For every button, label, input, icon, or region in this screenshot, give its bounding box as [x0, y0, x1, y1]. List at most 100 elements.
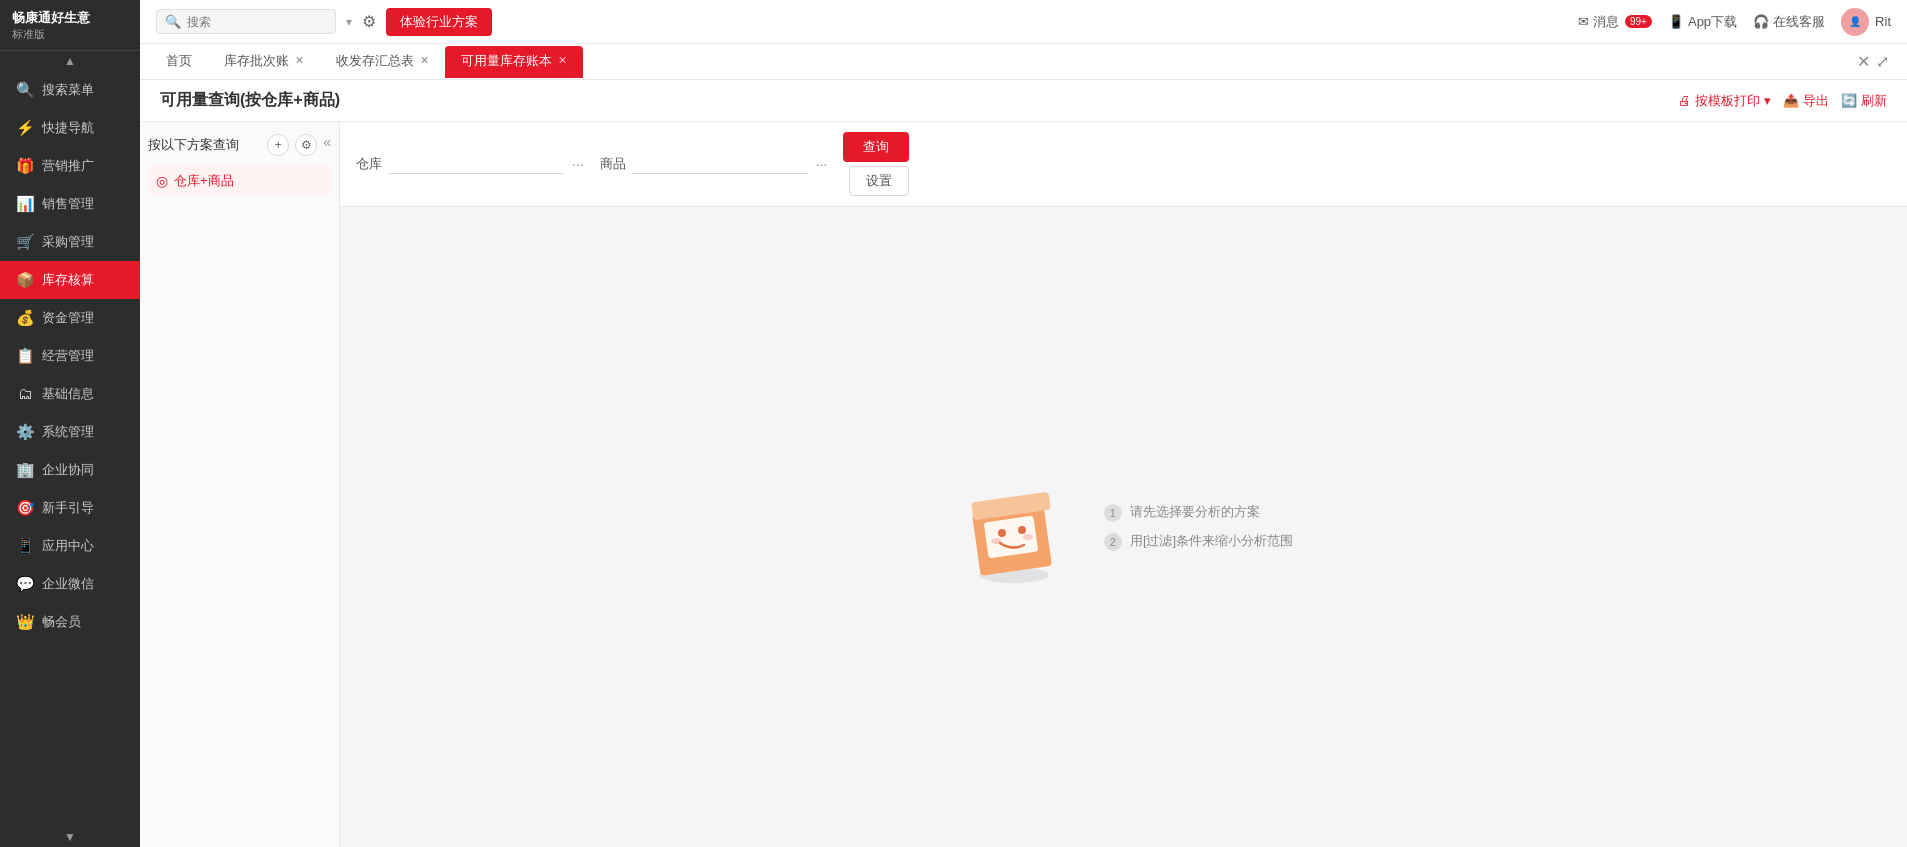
goods-input[interactable] [632, 154, 808, 174]
empty-hints: 1 请先选择要分析的方案 2 用[过滤]条件来缩小分析范围 [1104, 503, 1293, 551]
print-icon: 🖨 [1678, 93, 1691, 108]
goods-more-icon[interactable]: ··· [816, 156, 828, 172]
sidebar-item-inventory[interactable]: 📦 库存核算 [0, 261, 140, 299]
add-scheme-button[interactable]: + [267, 134, 289, 156]
query-button[interactable]: 查询 [843, 132, 909, 162]
tab-close-icon[interactable]: ✕ [420, 54, 429, 67]
topbar-search-box[interactable]: 🔍 [156, 9, 336, 34]
empty-illustration [954, 467, 1074, 587]
query-area: 仓库 ··· 商品 ··· 查询 设置 [340, 122, 1907, 847]
sidebar-item-appstore[interactable]: 📱 应用中心 [0, 527, 140, 565]
minimize-window-icon[interactable]: ✕ [1857, 52, 1870, 71]
filter-panel-title: 按以下方案查询 [148, 136, 239, 154]
sidebar-item-vip[interactable]: 👑 畅会员 [0, 603, 140, 641]
sidebar-item-label: 企业微信 [42, 575, 94, 593]
tab-label: 首页 [166, 52, 192, 70]
sidebar-scroll-down[interactable]: ▼ [0, 827, 140, 847]
app-edition: 标准版 [12, 27, 128, 42]
sidebar-item-enterprise[interactable]: 🏢 企业协同 [0, 451, 140, 489]
page-title: 可用量查询(按仓库+商品) [160, 90, 340, 111]
user-menu[interactable]: 👤 Rit [1841, 8, 1891, 36]
user-name: Rit [1875, 14, 1891, 29]
online-service-icon: 🎧 [1753, 14, 1769, 29]
export-action[interactable]: 📤 导出 [1783, 92, 1829, 110]
search-dropdown-icon[interactable]: ▾ [346, 15, 352, 29]
search-input[interactable] [187, 15, 327, 29]
hint-number-2: 2 [1104, 533, 1122, 551]
sidebar-item-newbie[interactable]: 🎯 新手引导 [0, 489, 140, 527]
sidebar-item-finance[interactable]: 💰 资金管理 [0, 299, 140, 337]
scheme-label: 仓库+商品 [174, 172, 234, 190]
filter-panel-header: 按以下方案查询 + ⚙ « [148, 134, 331, 156]
sidebar-item-wechat[interactable]: 💬 企业微信 [0, 565, 140, 603]
empty-box-svg [954, 467, 1074, 587]
enterprise-icon: 🏢 [16, 461, 34, 479]
sidebar-item-shortcut[interactable]: ⚡ 快捷导航 [0, 109, 140, 147]
message-label: 消息 [1593, 13, 1619, 31]
sidebar-item-marketing[interactable]: 🎁 营销推广 [0, 147, 140, 185]
sidebar-item-system[interactable]: ⚙️ 系统管理 [0, 413, 140, 451]
warehouse-more-icon[interactable]: ··· [572, 156, 584, 172]
message-action[interactable]: ✉ 消息 99+ [1578, 13, 1652, 31]
print-action[interactable]: 🖨 按模板打印 ▾ [1678, 92, 1771, 110]
sidebar-item-label: 采购管理 [42, 233, 94, 251]
search-icon: 🔍 [165, 14, 181, 29]
hint-text-1: 请先选择要分析的方案 [1130, 503, 1260, 521]
tabbar: 首页 库存批次账 ✕ 收发存汇总表 ✕ 可用量库存账本 ✕ ✕ ⤢ [140, 44, 1907, 80]
message-icon: ✉ [1578, 14, 1589, 29]
sidebar-item-sales[interactable]: 📊 销售管理 [0, 185, 140, 223]
print-label: 按模板打印 [1695, 92, 1760, 110]
goods-label: 商品 [600, 155, 626, 173]
tab-available-qty[interactable]: 可用量库存账本 ✕ [445, 46, 583, 78]
inventory-icon: 📦 [16, 271, 34, 289]
newbie-icon: 🎯 [16, 499, 34, 517]
column-settings-button[interactable]: 设置 [849, 166, 909, 196]
sidebar-item-label: 经营管理 [42, 347, 94, 365]
tab-close-icon[interactable]: ✕ [558, 54, 567, 67]
sidebar-item-search[interactable]: 🔍 搜索菜单 [0, 71, 140, 109]
sidebar-item-operations[interactable]: 📋 经营管理 [0, 337, 140, 375]
online-service-action[interactable]: 🎧 在线客服 [1753, 13, 1825, 31]
tab-home[interactable]: 首页 [150, 46, 208, 78]
hint-item-1: 1 请先选择要分析的方案 [1104, 503, 1293, 522]
main-area: 🔍 ▾ ⚙ 体验行业方案 ✉ 消息 99+ 📱 App下载 🎧 在线客服 👤 [140, 0, 1907, 847]
trial-button[interactable]: 体验行业方案 [386, 8, 492, 36]
collapse-panel-button[interactable]: « [323, 134, 331, 156]
sidebar-item-label: 应用中心 [42, 537, 94, 555]
refresh-icon: 🔄 [1841, 93, 1857, 108]
sidebar-scroll: 🔍 搜索菜单 ⚡ 快捷导航 🎁 营销推广 📊 销售管理 🛒 采购管理 📦 库存核… [0, 71, 140, 827]
page-header-actions: 🖨 按模板打印 ▾ 📤 导出 🔄 刷新 [1678, 92, 1887, 110]
basic-icon: 🗂 [16, 385, 34, 402]
vip-icon: 👑 [16, 613, 34, 631]
topbar-actions: ✉ 消息 99+ 📱 App下载 🎧 在线客服 👤 Rit [1578, 8, 1891, 36]
query-filters: 仓库 ··· 商品 ··· 查询 设置 [340, 122, 1907, 207]
tab-stock-summary[interactable]: 收发存汇总表 ✕ [320, 46, 445, 78]
svg-point-6 [991, 538, 1001, 544]
scheme-settings-button[interactable]: ⚙ [295, 134, 317, 156]
app-download-action[interactable]: 📱 App下载 [1668, 13, 1737, 31]
refresh-action[interactable]: 🔄 刷新 [1841, 92, 1887, 110]
print-dropdown-icon[interactable]: ▾ [1764, 93, 1771, 108]
system-icon: ⚙️ [16, 423, 34, 441]
hint-item-2: 2 用[过滤]条件来缩小分析范围 [1104, 532, 1293, 551]
sidebar-item-label: 新手引导 [42, 499, 94, 517]
tab-close-icon[interactable]: ✕ [295, 54, 304, 67]
sidebar-item-label: 系统管理 [42, 423, 94, 441]
sidebar-item-purchase[interactable]: 🛒 采购管理 [0, 223, 140, 261]
sidebar-scroll-up[interactable]: ▲ [0, 51, 140, 71]
maximize-window-icon[interactable]: ⤢ [1876, 52, 1889, 71]
svg-point-4 [998, 529, 1006, 537]
warehouse-input[interactable] [388, 154, 564, 174]
tab-label: 收发存汇总表 [336, 52, 414, 70]
page-header: 可用量查询(按仓库+商品) 🖨 按模板打印 ▾ 📤 导出 🔄 刷新 [140, 80, 1907, 122]
goods-filter-field: 商品 ··· [600, 154, 828, 174]
sidebar-item-label: 畅会员 [42, 613, 81, 631]
scheme-item-warehouse-goods[interactable]: ◎ 仓库+商品 [148, 166, 331, 196]
sales-icon: 📊 [16, 195, 34, 213]
settings-gear-icon[interactable]: ⚙ [362, 12, 376, 31]
tab-inventory-batch[interactable]: 库存批次账 ✕ [208, 46, 320, 78]
svg-point-7 [1023, 534, 1033, 540]
sidebar-item-basic[interactable]: 🗂 基础信息 [0, 375, 140, 413]
empty-state: 1 请先选择要分析的方案 2 用[过滤]条件来缩小分析范围 [340, 207, 1907, 847]
tab-label: 库存批次账 [224, 52, 289, 70]
